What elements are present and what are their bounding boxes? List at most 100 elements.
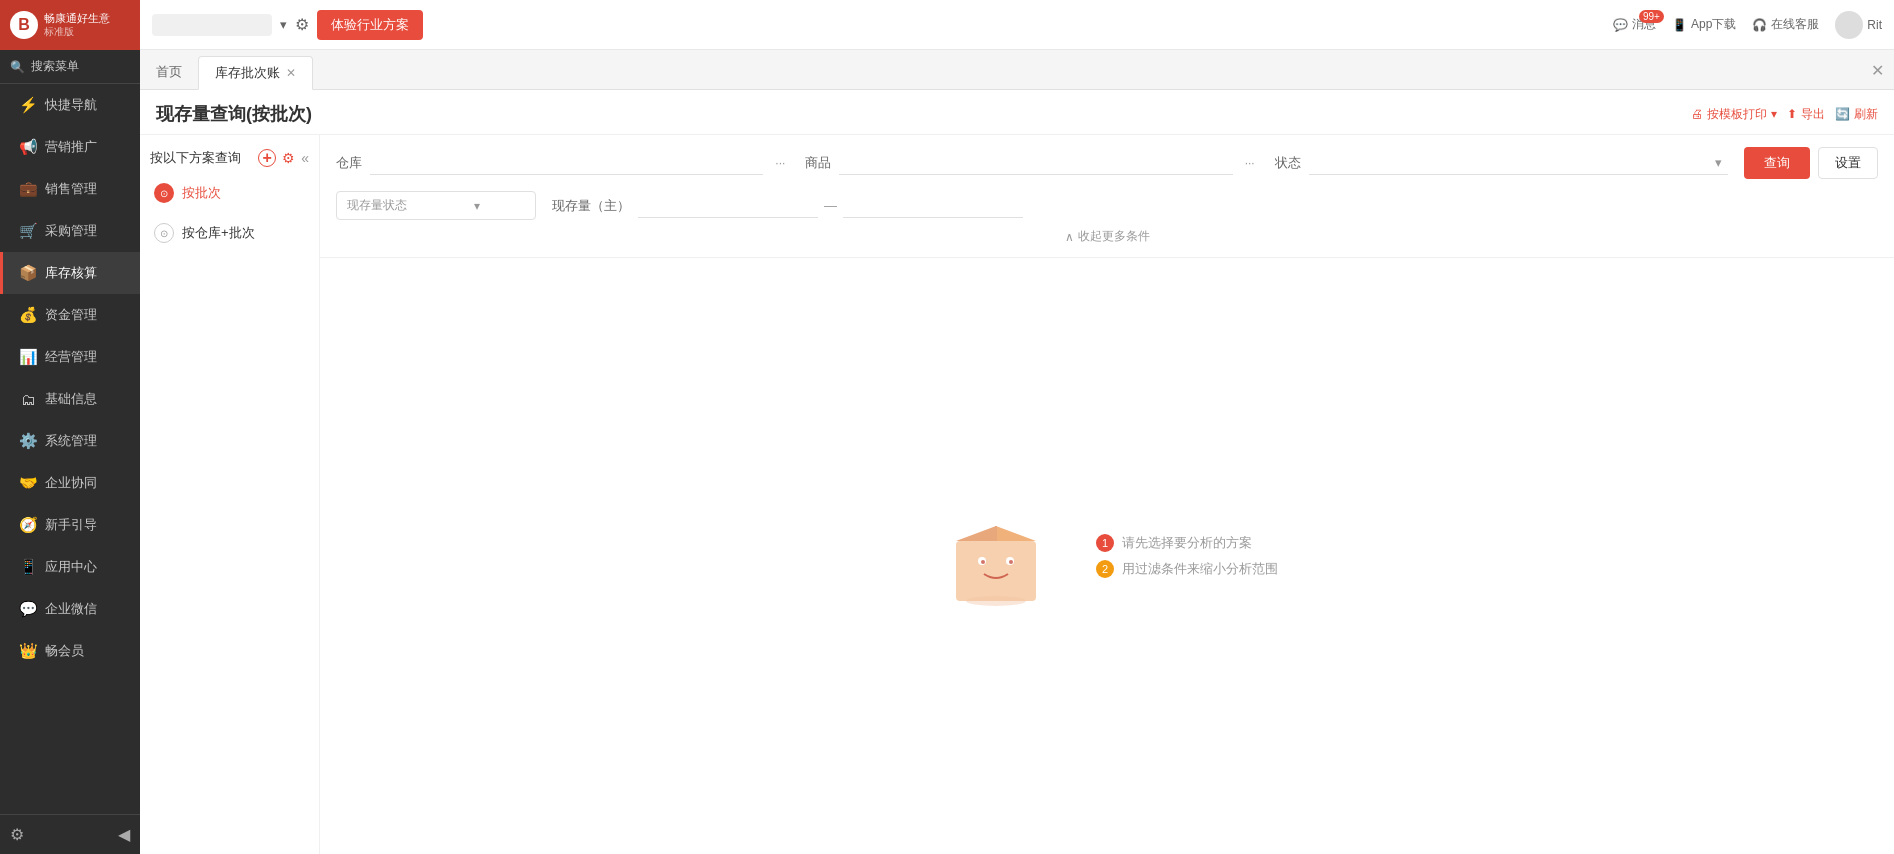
wechat-icon: 💬: [19, 600, 37, 618]
printer-icon: 🖨: [1691, 107, 1703, 121]
sidebar-item-label: 销售管理: [45, 180, 97, 198]
svg-marker-2: [996, 526, 1036, 541]
left-panel: 按以下方案查询 + ⚙ « ⊙ 按批次 ⊙ 按仓库+批次: [140, 135, 320, 854]
scheme-collapse-icon[interactable]: «: [301, 150, 309, 166]
sidebar-item-wechat[interactable]: 💬 企业微信: [0, 588, 140, 630]
goods-more-icon[interactable]: ···: [1241, 156, 1259, 170]
message-item[interactable]: 💬 消息 99+: [1613, 16, 1656, 33]
left-panel-actions: + ⚙ «: [258, 149, 309, 167]
app-logo: B: [10, 11, 38, 39]
sidebar-item-label: 系统管理: [45, 432, 97, 450]
scheme-by-batch[interactable]: ⊙ 按批次: [140, 173, 319, 213]
left-panel-header: 按以下方案查询 + ⚙ «: [140, 143, 319, 173]
sidebar-item-finance[interactable]: 💰 资金管理: [0, 294, 140, 336]
range-dash: —: [824, 198, 837, 213]
sidebar-item-inventory[interactable]: 📦 库存核算: [0, 252, 140, 294]
online-service-label: 在线客服: [1771, 16, 1819, 33]
trial-button[interactable]: 体验行业方案: [317, 10, 423, 40]
warehouse-filter-group: 仓库 ···: [336, 151, 789, 175]
tab-home[interactable]: 首页: [140, 55, 198, 89]
collapse-label: 收起更多条件: [1078, 228, 1150, 245]
stock-status-select[interactable]: 现存量状态 ▾: [336, 191, 536, 220]
export-button[interactable]: ⬆ 导出: [1787, 106, 1825, 123]
main-qty-to[interactable]: [843, 194, 1023, 218]
sidebar-item-marketing[interactable]: 📢 营销推广: [0, 126, 140, 168]
empty-tips: 1 请先选择要分析的方案 2 用过滤条件来缩小分析范围: [1096, 534, 1278, 578]
sidebar-item-appcenter[interactable]: 📱 应用中心: [0, 546, 140, 588]
guide-icon: 🧭: [19, 516, 37, 534]
company-sub: 标准版: [44, 25, 110, 39]
sidebar-item-label: 营销推广: [45, 138, 97, 156]
sidebar-item-label: 企业微信: [45, 600, 97, 618]
collapse-row[interactable]: ∧ 收起更多条件: [336, 220, 1878, 245]
sidebar-item-operation[interactable]: 📊 经营管理: [0, 336, 140, 378]
topbar-dropdown-icon[interactable]: ▾: [280, 17, 287, 32]
scheme-settings-icon[interactable]: ⚙: [282, 150, 295, 166]
inventory-icon: 📦: [19, 264, 37, 282]
sidebar-footer: ⚙ ◀: [0, 814, 140, 854]
main-area: ▾ ⚙ 体验行业方案 💬 消息 99+ 📱 App下载 🎧 在线客服 Rit: [140, 0, 1894, 854]
empty-state: 1 请先选择要分析的方案 2 用过滤条件来缩小分析范围: [320, 258, 1894, 854]
sidebar-item-label: 新手引导: [45, 516, 97, 534]
appcenter-icon: 📱: [19, 558, 37, 576]
sidebar-item-label: 快捷导航: [45, 96, 97, 114]
scheme-by-warehouse-batch[interactable]: ⊙ 按仓库+批次: [140, 213, 319, 253]
sidebar-item-guide[interactable]: 🧭 新手引导: [0, 504, 140, 546]
user-item[interactable]: Rit: [1835, 11, 1882, 39]
svg-point-8: [966, 596, 1026, 606]
sidebar-item-label: 基础信息: [45, 390, 97, 408]
shortcuts-icon: ⚡: [19, 96, 37, 114]
sidebar-collapse-icon[interactable]: ◀: [118, 825, 130, 844]
sidebar-search-label: 搜索菜单: [31, 58, 79, 75]
add-scheme-icon[interactable]: +: [258, 149, 276, 167]
tab-close-icon[interactable]: ✕: [286, 66, 296, 80]
status-dropdown[interactable]: ▾: [1309, 151, 1728, 175]
query-button[interactable]: 查询: [1744, 147, 1810, 179]
sidebar-item-purchase[interactable]: 🛒 采购管理: [0, 210, 140, 252]
print-button[interactable]: 🖨 按模板打印 ▾: [1691, 106, 1777, 123]
main-qty-label: 现存量（主）: [552, 197, 630, 215]
sidebar-item-sales[interactable]: 💼 销售管理: [0, 168, 140, 210]
empty-svg: [936, 496, 1056, 616]
filter-settings-button[interactable]: 设置: [1818, 147, 1878, 179]
page-content: 现存量查询(按批次) 🖨 按模板打印 ▾ ⬆ 导出 🔄 刷新: [140, 90, 1894, 854]
sidebar-item-enterprise[interactable]: 🤝 企业协同: [0, 462, 140, 504]
tab-batch-inventory[interactable]: 库存批次账 ✕: [198, 56, 313, 90]
tab-home-label: 首页: [156, 63, 182, 81]
sidebar-item-basic[interactable]: 🗂 基础信息: [0, 378, 140, 420]
topbar-right: 💬 消息 99+ 📱 App下载 🎧 在线客服 Rit: [1613, 11, 1882, 39]
stock-status-group: 现存量状态 ▾: [336, 191, 536, 220]
sidebar-item-system[interactable]: ⚙️ 系统管理: [0, 420, 140, 462]
scheme-label-wh-batch: 按仓库+批次: [182, 224, 255, 242]
sidebar-item-label: 采购管理: [45, 222, 97, 240]
online-service-item[interactable]: 🎧 在线客服: [1752, 16, 1819, 33]
topbar-gear-icon[interactable]: ⚙: [295, 15, 309, 34]
sidebar-item-label: 库存核算: [45, 264, 97, 282]
warehouse-more-icon[interactable]: ···: [771, 156, 789, 170]
body-split: 按以下方案查询 + ⚙ « ⊙ 按批次 ⊙ 按仓库+批次: [140, 135, 1894, 854]
main-qty-from[interactable]: [638, 194, 818, 218]
sidebar-settings-icon[interactable]: ⚙: [10, 825, 24, 844]
sidebar-item-vip[interactable]: 👑 畅会员: [0, 630, 140, 672]
breadcrumb-input[interactable]: [152, 14, 272, 36]
main-close-icon[interactable]: ✕: [1871, 60, 1884, 79]
purchase-icon: 🛒: [19, 222, 37, 240]
sidebar-search-item[interactable]: 🔍 搜索菜单: [0, 50, 140, 84]
sidebar-item-shortcuts[interactable]: ⚡ 快捷导航: [0, 84, 140, 126]
stock-status-label: 现存量状态: [347, 197, 407, 214]
goods-input[interactable]: [839, 151, 1232, 175]
user-name: Rit: [1867, 18, 1882, 32]
search-icon: 🔍: [10, 60, 25, 74]
refresh-button[interactable]: 🔄 刷新: [1835, 106, 1878, 123]
topbar: ▾ ⚙ 体验行业方案 💬 消息 99+ 📱 App下载 🎧 在线客服 Rit: [140, 0, 1894, 50]
sidebar-item-label: 经营管理: [45, 348, 97, 366]
status-label: 状态: [1275, 154, 1301, 172]
warehouse-input[interactable]: [370, 151, 763, 175]
scheme-icon-wh-batch: ⊙: [154, 223, 174, 243]
svg-point-7: [1009, 560, 1013, 564]
filter-area: 仓库 ··· 商品 ··· 状态: [320, 135, 1894, 258]
operation-icon: 📊: [19, 348, 37, 366]
sidebar-item-label: 畅会员: [45, 642, 84, 660]
print-dropdown-icon[interactable]: ▾: [1771, 107, 1777, 121]
app-download-item[interactable]: 📱 App下载: [1672, 16, 1736, 33]
